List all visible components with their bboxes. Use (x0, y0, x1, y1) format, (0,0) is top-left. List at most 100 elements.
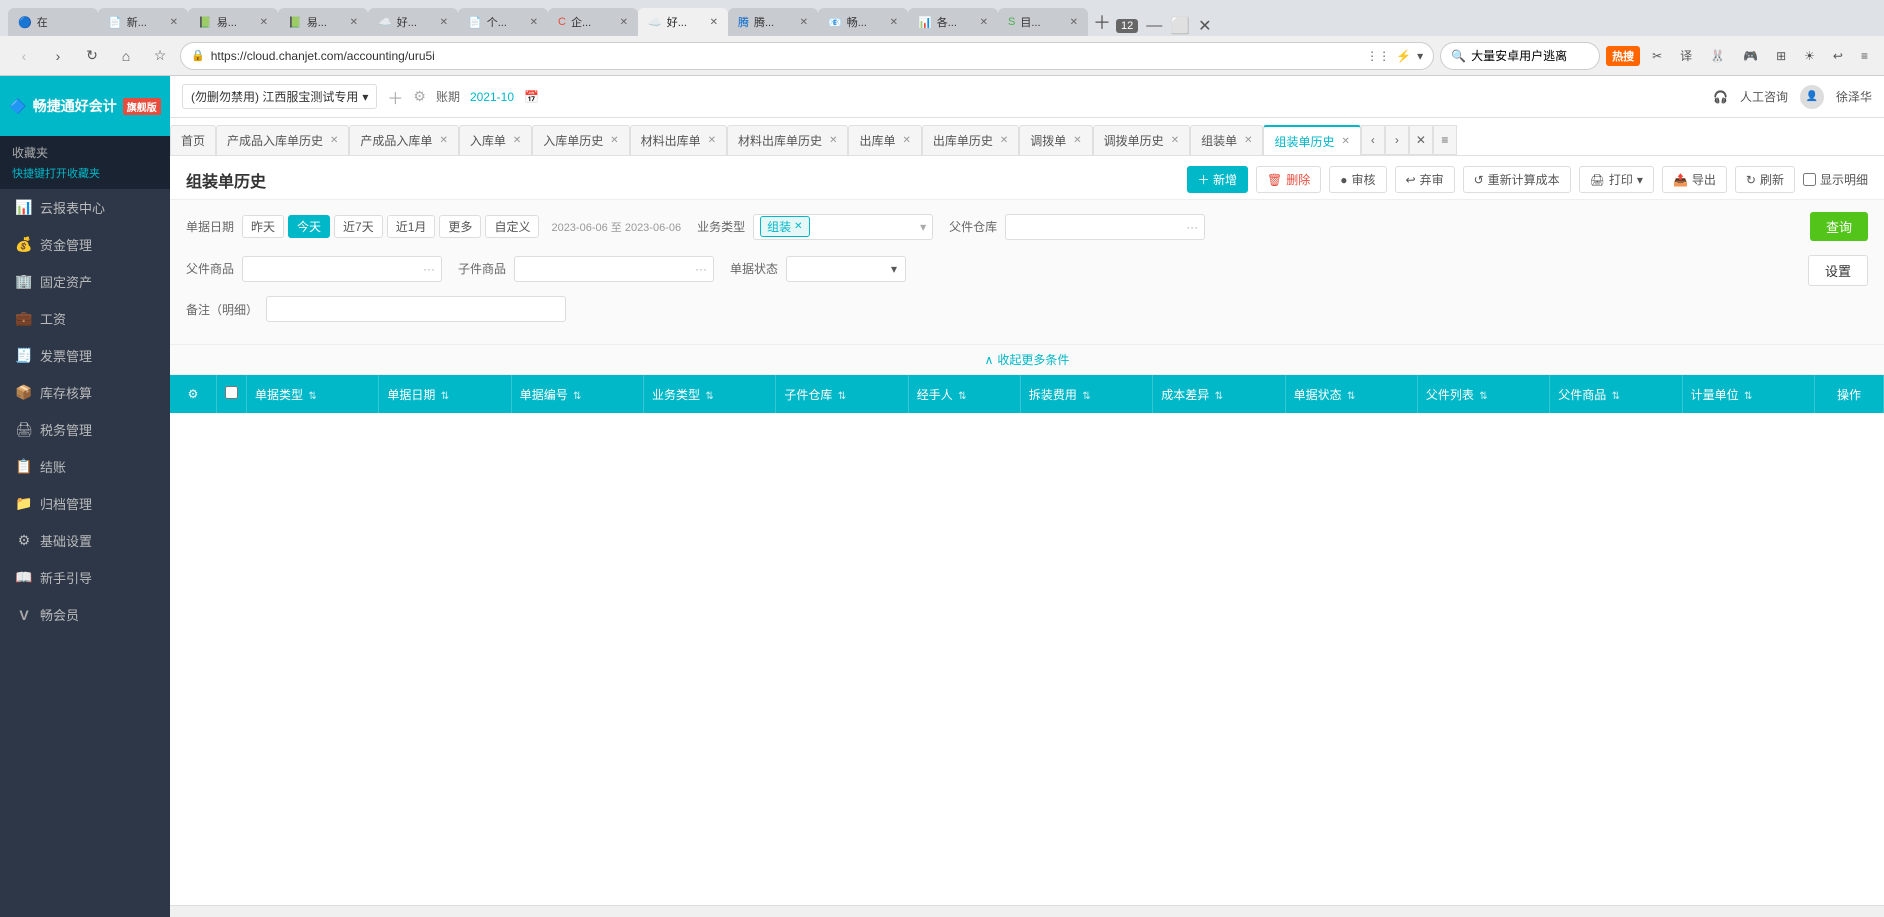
date-btn-today[interactable]: 今天 (288, 215, 330, 238)
sort-parent-list[interactable]: ⇅ (1479, 391, 1487, 402)
display-detail-checkbox[interactable] (1803, 173, 1816, 186)
brightness-icon[interactable]: ☀ (1798, 47, 1821, 65)
sort-parent-goods[interactable]: ⇅ (1612, 391, 1620, 402)
emoji-icon[interactable]: 🐰 (1704, 47, 1731, 65)
remark-input[interactable] (266, 296, 566, 322)
tab-close-in-hist[interactable]: ✕ (610, 135, 618, 146)
sidebar-item-salary[interactable]: 💼 工资 (0, 300, 170, 337)
browser-tab-11[interactable]: 📊各... ✕ (908, 8, 998, 36)
th-parent-list[interactable]: 父件列表 ⇅ (1417, 375, 1549, 413)
sidebar-item-inventory[interactable]: 📦 库存核算 (0, 374, 170, 411)
th-doc-no[interactable]: 单据编号 ⇅ (511, 375, 643, 413)
tab-prod-in-hist[interactable]: 产成品入库单历史 ✕ (216, 125, 349, 155)
tab-close-assemble-hist[interactable]: ✕ (1342, 136, 1350, 147)
tab-in-hist[interactable]: 入库单历史 ✕ (532, 125, 629, 155)
browser-menu-icon[interactable]: ≡ (1855, 47, 1874, 65)
tab-scroll-right[interactable]: › (1385, 125, 1409, 155)
sidebar-item-guide[interactable]: 📖 新手引导 (0, 559, 170, 596)
browser-search-bar[interactable]: 🔍 大量安卓用户逃离 (1440, 42, 1600, 70)
tab-close-alloc[interactable]: ✕ (1073, 135, 1081, 146)
favorite-link[interactable]: 快捷键打开收藏夹 (12, 165, 158, 181)
biz-type-dropdown-icon[interactable]: ▾ (920, 220, 926, 234)
print-dropdown-icon[interactable]: ▾ (1637, 173, 1643, 187)
biz-type-input[interactable]: 组装 ✕ ▾ (753, 214, 933, 240)
tab-out-hist[interactable]: 出库单历史 ✕ (922, 125, 1019, 155)
tab-alloc[interactable]: 调拨单 ✕ (1019, 125, 1092, 155)
sort-handler[interactable]: ⇅ (958, 391, 966, 402)
audit-button[interactable]: ● 审核 (1329, 166, 1386, 193)
date-btn-custom[interactable]: 自定义 (485, 215, 539, 238)
browser-tab-2[interactable]: 📄新... ✕ (98, 8, 188, 36)
sort-doc-type[interactable]: ⇅ (308, 391, 316, 402)
browser-tab-10[interactable]: 📧畅... ✕ (818, 8, 908, 36)
tab-home[interactable]: 首页 (170, 125, 216, 155)
browser-tab-12[interactable]: S目... ✕ (998, 8, 1088, 36)
date-btn-yesterday[interactable]: 昨天 (242, 215, 284, 238)
tab-mat-out-hist[interactable]: 材料出库单历史 ✕ (727, 125, 848, 155)
sidebar-item-asset[interactable]: 🏢 固定资产 (0, 263, 170, 300)
th-handler[interactable]: 经手人 ⇅ (908, 375, 1020, 413)
game-icon[interactable]: 🎮 (1737, 47, 1764, 65)
date-btn-more[interactable]: 更多 (439, 215, 481, 238)
tab-close-assemble[interactable]: ✕ (1244, 135, 1252, 146)
tab-assemble[interactable]: 组装单 ✕ (1190, 125, 1263, 155)
parent-warehouse-input[interactable]: ··· (1005, 214, 1205, 240)
sidebar-item-invoice[interactable]: 🧾 发票管理 (0, 337, 170, 374)
browser-tab-4[interactable]: 📗易... ✕ (278, 8, 368, 36)
sort-unit[interactable]: ⇅ (1744, 391, 1752, 402)
tab-mat-out[interactable]: 材料出库单 ✕ (630, 125, 727, 155)
parent-goods-more-icon[interactable]: ··· (423, 262, 435, 276)
tab-in-order[interactable]: 入库单 ✕ (459, 125, 532, 155)
browser-tab-9[interactable]: 腾腾... ✕ (728, 8, 818, 36)
back-button[interactable]: ‹ (10, 42, 38, 70)
abandon-button[interactable]: ↩ 弃审 (1395, 166, 1455, 193)
company-dropdown-icon[interactable]: ▾ (362, 90, 368, 104)
sort-doc-status[interactable]: ⇅ (1347, 391, 1355, 402)
hotspot-button[interactable]: 热搜 (1606, 46, 1640, 66)
scrollbar-hint[interactable] (170, 905, 1884, 917)
th-doc-type[interactable]: 单据类型 ⇅ (247, 375, 379, 413)
sort-doc-no[interactable]: ⇅ (573, 391, 581, 402)
tab-close-prod-in-hist[interactable]: ✕ (330, 135, 338, 146)
tab-alloc-hist[interactable]: 调拨单历史 ✕ (1093, 125, 1190, 155)
th-unit[interactable]: 计量单位 ⇅ (1682, 375, 1814, 413)
tab-close-current[interactable]: ✕ (1409, 125, 1433, 155)
grid-icon[interactable]: ⊞ (1770, 47, 1792, 65)
child-goods-input[interactable]: ··· (514, 256, 714, 282)
sort-doc-date[interactable]: ⇅ (441, 391, 449, 402)
query-button[interactable]: 查询 (1810, 212, 1868, 241)
sidebar-item-report[interactable]: 📊 云报表中心 (0, 189, 170, 226)
refresh-button[interactable]: ↻ 刷新 (1735, 166, 1795, 193)
parent-goods-input[interactable]: ··· (242, 256, 442, 282)
date-btn-1month[interactable]: 近1月 (387, 215, 436, 238)
browser-tab-6[interactable]: 📄个... ✕ (458, 8, 548, 36)
th-checkbox[interactable] (217, 375, 247, 413)
settings-gear-icon[interactable]: ⚙ (413, 88, 426, 105)
bookmark-button[interactable]: ☆ (146, 42, 174, 70)
user-name[interactable]: 徐泽华 (1836, 88, 1872, 105)
parent-warehouse-more-icon[interactable]: ··· (1186, 220, 1198, 234)
setting-button[interactable]: 设置 (1808, 255, 1868, 286)
sort-biz-type[interactable]: ⇅ (705, 391, 713, 402)
sidebar-item-fund[interactable]: 💰 资金管理 (0, 226, 170, 263)
tab-close-alloc-hist[interactable]: ✕ (1171, 135, 1179, 146)
sort-child-warehouse[interactable]: ⇅ (838, 391, 846, 402)
translate-icon[interactable]: 译 (1674, 45, 1698, 66)
tab-out-order[interactable]: 出库单 ✕ (848, 125, 921, 155)
browser-tab-1[interactable]: 🔵 在 (8, 8, 98, 36)
doc-status-chevron[interactable]: ▾ (891, 262, 897, 276)
tab-scroll-left[interactable]: ‹ (1361, 125, 1385, 155)
tab-close-mat-out[interactable]: ✕ (708, 135, 716, 146)
select-all-checkbox[interactable] (225, 386, 238, 399)
consultant-label[interactable]: 人工咨询 (1740, 88, 1788, 105)
new-tab-button[interactable]: ＋ (1088, 8, 1116, 36)
sidebar-item-archive[interactable]: 📁 归档管理 (0, 485, 170, 522)
th-doc-status[interactable]: 单据状态 ⇅ (1285, 375, 1417, 413)
delete-button[interactable]: 🗑 删除 (1256, 166, 1321, 193)
forward-button[interactable]: › (44, 42, 72, 70)
sidebar-item-settings[interactable]: ⚙ 基础设置 (0, 522, 170, 559)
sidebar-item-settlement[interactable]: 📋 结账 (0, 448, 170, 485)
tab-assemble-hist[interactable]: 组装单历史 ✕ (1263, 125, 1360, 155)
sort-cost-diff[interactable]: ⇅ (1215, 391, 1223, 402)
tab-close-prod-in[interactable]: ✕ (439, 135, 447, 146)
